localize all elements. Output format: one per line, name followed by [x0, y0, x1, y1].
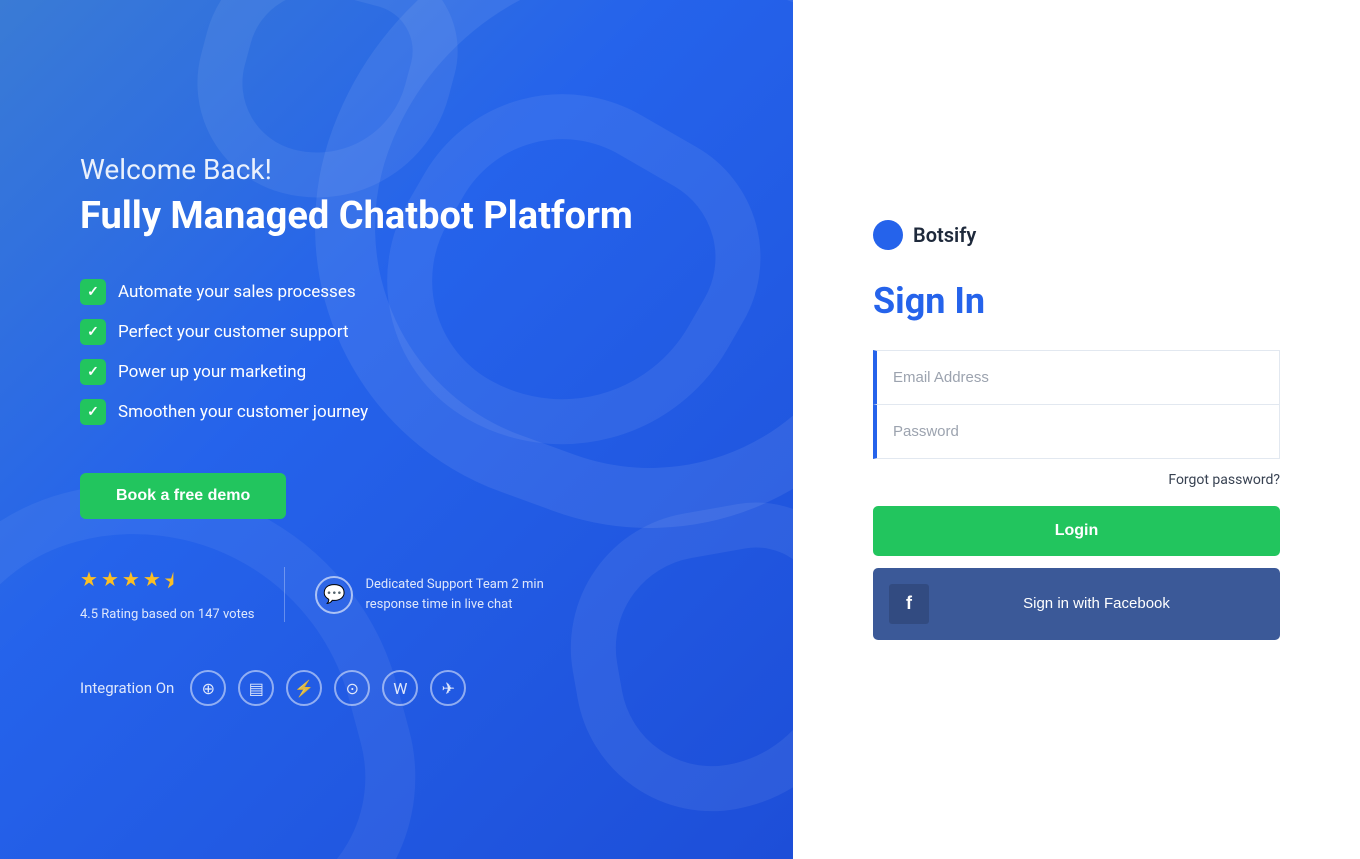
integration-icons: ⊕ ▤ ⚡ ⊙ W ✈ — [190, 670, 466, 706]
facebook-login-button[interactable]: f Sign in with Facebook — [873, 568, 1280, 640]
feature-item-1: ✓ Automate your sales processes — [80, 279, 713, 305]
sign-in-title: Sign In — [873, 280, 1280, 322]
feature-item-2: ✓ Perfect your customer support — [80, 319, 713, 345]
star-3: ★ — [122, 567, 140, 601]
integration-row: Integration On ⊕ ▤ ⚡ ⊙ W ✈ — [80, 670, 713, 706]
star-4: ★ — [143, 567, 161, 601]
chat-icon-integration: ▤ — [238, 670, 274, 706]
password-input-wrapper — [873, 404, 1280, 459]
login-form — [873, 350, 1280, 459]
email-input-wrapper — [873, 350, 1280, 404]
star-1: ★ — [80, 567, 98, 601]
stats-row: ★ ★ ★ ★ ⯨ 4.5 Rating based on 147 votes … — [80, 567, 713, 622]
wordpress-icon: W — [382, 670, 418, 706]
feature-item-4: ✓ Smoothen your customer journey — [80, 399, 713, 425]
rating-block: ★ ★ ★ ★ ⯨ 4.5 Rating based on 147 votes — [80, 567, 285, 622]
check-icon-3: ✓ — [80, 359, 106, 385]
platform-title: Fully Managed Chatbot Platform — [80, 194, 713, 240]
facebook-button-label: Sign in with Facebook — [929, 595, 1264, 612]
check-icon-2: ✓ — [80, 319, 106, 345]
welcome-text: Welcome Back! — [80, 153, 713, 186]
integration-label: Integration On — [80, 679, 174, 697]
right-panel: Botsify Sign In Forgot password? Login f… — [793, 0, 1360, 859]
password-input[interactable] — [877, 405, 1279, 458]
left-panel: Welcome Back! Fully Managed Chatbot Plat… — [0, 0, 793, 859]
login-button[interactable]: Login — [873, 506, 1280, 556]
check-icon-4: ✓ — [80, 399, 106, 425]
check-icon-1: ✓ — [80, 279, 106, 305]
feature-item-3: ✓ Power up your marketing — [80, 359, 713, 385]
forgot-password-link[interactable]: Forgot password? — [1168, 472, 1280, 488]
support-block: 💬 Dedicated Support Team 2 minresponse t… — [285, 575, 543, 614]
forgot-password-row: Forgot password? — [873, 469, 1280, 488]
logo-icon — [873, 220, 903, 250]
messenger-icon: ⚡ — [286, 670, 322, 706]
facebook-icon: f — [889, 584, 929, 624]
telegram-icon: ✈ — [430, 670, 466, 706]
logo-text: Botsify — [913, 223, 976, 247]
whatsapp-icon: ⊕ — [190, 670, 226, 706]
stars: ★ ★ ★ ★ ⯨ — [80, 567, 254, 601]
demo-button[interactable]: Book a free demo — [80, 473, 286, 519]
rating-text: 4.5 Rating based on 147 votes — [80, 607, 254, 622]
chat-icon: 💬 — [315, 576, 353, 614]
star-half: ⯨ — [164, 567, 175, 601]
email-input[interactable] — [877, 351, 1279, 404]
logo-row: Botsify — [873, 220, 1280, 250]
globe-icon: ⊙ — [334, 670, 370, 706]
star-2: ★ — [101, 567, 119, 601]
support-text: Dedicated Support Team 2 minresponse tim… — [365, 575, 543, 614]
features-list: ✓ Automate your sales processes ✓ Perfec… — [80, 279, 713, 425]
